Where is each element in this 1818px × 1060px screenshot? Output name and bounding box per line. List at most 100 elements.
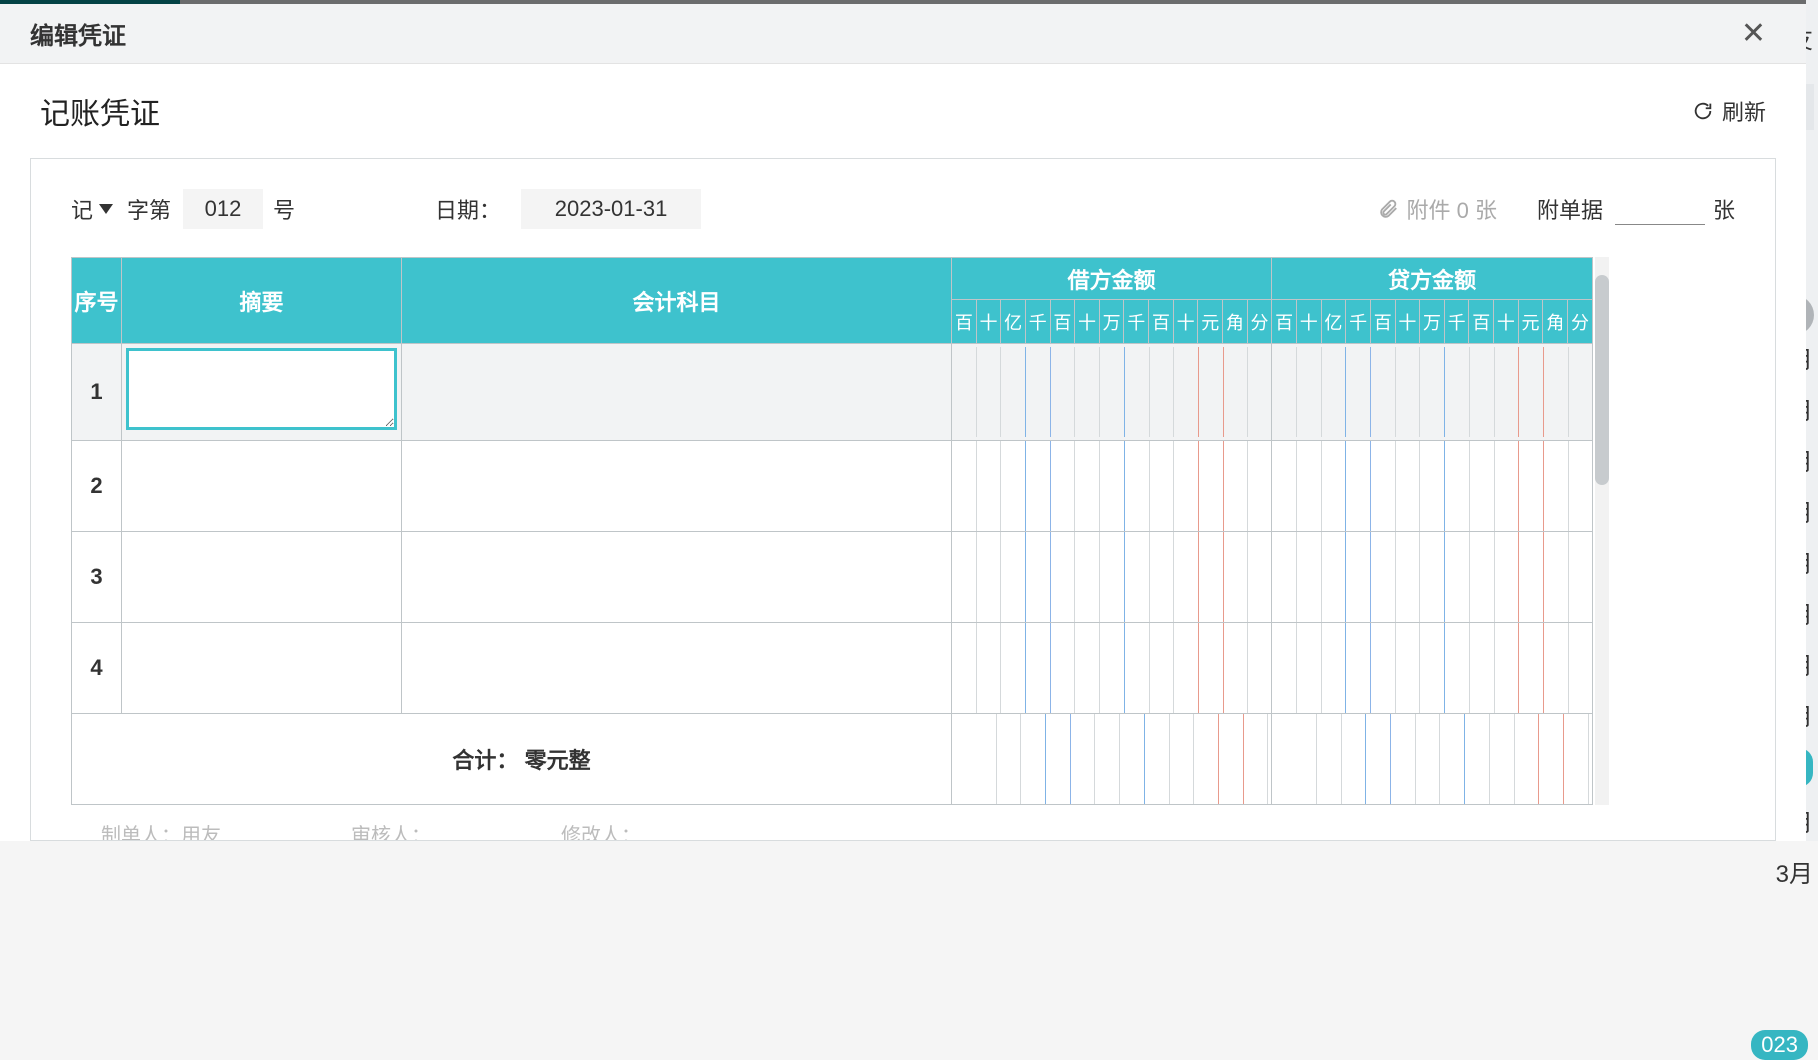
amount-cells[interactable] bbox=[952, 347, 1272, 437]
unit-header: 千 bbox=[1346, 300, 1371, 344]
col-header-seq: 序号 bbox=[72, 258, 122, 344]
dialog-close-button[interactable]: ✕ bbox=[1731, 15, 1776, 53]
unit-header: 元 bbox=[1198, 300, 1223, 344]
row-credit-amount[interactable] bbox=[1272, 532, 1593, 623]
summary-input[interactable] bbox=[126, 348, 397, 430]
total-label-cell: 合计： 零元整 bbox=[72, 714, 952, 805]
unit-header: 百 bbox=[1149, 300, 1174, 344]
row-summary-cell[interactable] bbox=[122, 344, 402, 441]
row-summary-cell[interactable] bbox=[122, 623, 402, 714]
voucher-footer: 制单人：用友 审核人： 修改人： bbox=[71, 805, 1735, 841]
refresh-label: 刷新 bbox=[1722, 95, 1766, 127]
row-debit-amount[interactable] bbox=[952, 623, 1272, 714]
amount-cells[interactable] bbox=[1272, 532, 1592, 622]
voucher-table: 序号 摘要 会计科目 借方金额 贷方金额 百十亿千百十万千百十元角分百十亿千百十… bbox=[71, 257, 1593, 805]
date-input[interactable] bbox=[521, 189, 701, 229]
voucher-meta-row: 记 字第 号 日期： 附件 0 张 附单据 张 bbox=[71, 189, 1735, 229]
close-icon: ✕ bbox=[1741, 17, 1766, 50]
row-debit-amount[interactable] bbox=[952, 532, 1272, 623]
row-seq: 1 bbox=[72, 344, 122, 441]
unit-header: 万 bbox=[1420, 300, 1445, 344]
col-header-account: 会计科目 bbox=[402, 258, 952, 344]
unit-header: 十 bbox=[1296, 300, 1321, 344]
row-credit-amount[interactable] bbox=[1272, 623, 1593, 714]
unit-header: 十 bbox=[1395, 300, 1420, 344]
amount-cells[interactable] bbox=[1272, 347, 1592, 437]
row-seq: 2 bbox=[72, 441, 122, 532]
amount-cells[interactable] bbox=[1272, 441, 1592, 531]
refresh-button[interactable]: 刷新 bbox=[1692, 95, 1766, 127]
unit-header: 十 bbox=[1494, 300, 1519, 344]
body-top-row: 记账凭证 刷新 bbox=[30, 89, 1776, 133]
unit-header: 百 bbox=[1050, 300, 1075, 344]
voucher-type-selector[interactable]: 记 bbox=[71, 193, 113, 225]
unit-header: 千 bbox=[1444, 300, 1469, 344]
caret-down-icon bbox=[99, 204, 113, 214]
table-row[interactable]: 1 bbox=[72, 344, 1593, 441]
attachment-label: 附件 0 张 bbox=[1407, 193, 1497, 225]
unit-header: 角 bbox=[1543, 300, 1568, 344]
unit-header: 十 bbox=[1075, 300, 1100, 344]
voucher-number-prefix: 字第 bbox=[127, 193, 171, 225]
unit-header: 十 bbox=[976, 300, 1001, 344]
row-credit-amount[interactable] bbox=[1272, 344, 1593, 441]
table-row[interactable]: 4 bbox=[72, 623, 1593, 714]
voucher-number-input[interactable] bbox=[183, 189, 263, 229]
row-debit-amount[interactable] bbox=[952, 441, 1272, 532]
unit-header: 亿 bbox=[1001, 300, 1026, 344]
row-debit-amount[interactable] bbox=[952, 344, 1272, 441]
unit-header: 千 bbox=[1025, 300, 1050, 344]
bg-month-item[interactable]: 3月 bbox=[1776, 854, 1813, 889]
unit-header: 元 bbox=[1518, 300, 1543, 344]
paperclip-icon bbox=[1377, 198, 1399, 220]
unit-header: 百 bbox=[952, 300, 977, 344]
table-row[interactable]: 3 bbox=[72, 532, 1593, 623]
row-seq: 3 bbox=[72, 532, 122, 623]
amount-cells[interactable] bbox=[972, 714, 1292, 804]
amount-cells[interactable] bbox=[1292, 714, 1612, 804]
voucher-card: 记 字第 号 日期： 附件 0 张 附单据 张 bbox=[30, 158, 1776, 841]
attached-docs-input[interactable] bbox=[1615, 194, 1705, 225]
dialog-header: 编辑凭证 ✕ bbox=[0, 4, 1806, 64]
date-label: 日期： bbox=[435, 193, 501, 225]
voucher-number-suffix: 号 bbox=[273, 193, 295, 225]
modal-overlay: 编辑凭证 ✕ 记账凭证 刷新 记 字第 bbox=[0, 0, 1806, 841]
unit-header: 角 bbox=[1223, 300, 1248, 344]
row-credit-amount[interactable] bbox=[1272, 441, 1593, 532]
row-summary-cell[interactable] bbox=[122, 532, 402, 623]
amount-cells[interactable] bbox=[952, 532, 1272, 622]
attached-docs-unit: 张 bbox=[1713, 193, 1735, 225]
unit-header: 千 bbox=[1124, 300, 1149, 344]
attached-docs-label: 附单据 bbox=[1537, 193, 1603, 225]
attachment-button[interactable]: 附件 0 张 bbox=[1377, 193, 1497, 225]
page-subtitle: 记账凭证 bbox=[40, 89, 160, 133]
voucher-type-label: 记 bbox=[71, 193, 93, 225]
row-account-cell[interactable] bbox=[402, 623, 952, 714]
unit-header: 亿 bbox=[1321, 300, 1346, 344]
unit-header: 十 bbox=[1173, 300, 1198, 344]
row-seq: 4 bbox=[72, 623, 122, 714]
col-header-credit: 贷方金额 bbox=[1272, 258, 1593, 300]
row-account-cell[interactable] bbox=[402, 344, 952, 441]
col-header-debit: 借方金额 bbox=[952, 258, 1272, 300]
total-debit bbox=[952, 714, 1272, 805]
row-summary-cell[interactable] bbox=[122, 441, 402, 532]
table-scrollbar[interactable] bbox=[1595, 257, 1609, 805]
row-account-cell[interactable] bbox=[402, 532, 952, 623]
amount-cells[interactable] bbox=[952, 623, 1272, 713]
dialog-body: 记账凭证 刷新 记 字第 号 日期： bbox=[0, 64, 1806, 841]
bg-year-badge[interactable]: 023 bbox=[1751, 1030, 1808, 1060]
total-row: 合计： 零元整 bbox=[72, 714, 1593, 805]
scrollbar-thumb[interactable] bbox=[1595, 275, 1609, 485]
unit-header: 百 bbox=[1272, 300, 1297, 344]
edit-voucher-dialog: 编辑凭证 ✕ 记账凭证 刷新 记 字第 bbox=[0, 4, 1806, 841]
maker-field: 制单人：用友 bbox=[101, 819, 221, 841]
amount-cells[interactable] bbox=[952, 441, 1272, 531]
amount-cells[interactable] bbox=[1272, 623, 1592, 713]
table-row[interactable]: 2 bbox=[72, 441, 1593, 532]
voucher-table-wrap: 序号 摘要 会计科目 借方金额 贷方金额 百十亿千百十万千百十元角分百十亿千百十… bbox=[71, 257, 1735, 805]
unit-header: 万 bbox=[1099, 300, 1124, 344]
auditor-field: 审核人： bbox=[351, 819, 431, 841]
row-account-cell[interactable] bbox=[402, 441, 952, 532]
total-credit bbox=[1272, 714, 1593, 805]
